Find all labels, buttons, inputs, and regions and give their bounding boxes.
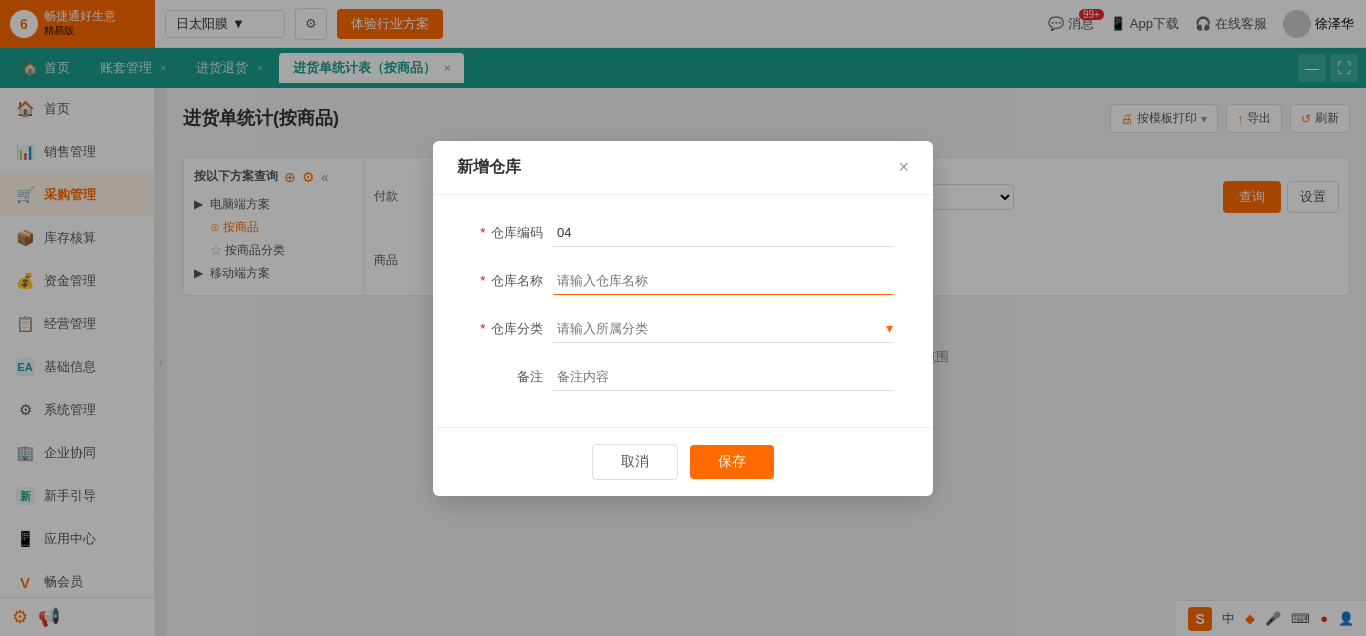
category-input[interactable] (553, 315, 886, 342)
save-button[interactable]: 保存 (690, 445, 774, 479)
modal-close-button[interactable]: × (898, 157, 909, 178)
chevron-down-icon[interactable]: ▾ (886, 320, 893, 336)
category-select-wrap: ▾ (553, 315, 893, 343)
code-label: * 仓库编码 (473, 224, 553, 242)
modal-title: 新增仓库 (457, 157, 521, 178)
form-row-note: 备注 (473, 363, 893, 391)
note-input[interactable] (553, 363, 893, 391)
category-label: * 仓库分类 (473, 320, 553, 338)
form-row-code: * 仓库编码 (473, 219, 893, 247)
warehouse-name-input[interactable] (553, 267, 893, 295)
cancel-button[interactable]: 取消 (592, 444, 678, 480)
form-row-name: * 仓库名称 (473, 267, 893, 295)
warehouse-code-input[interactable] (553, 219, 893, 247)
modal-body: * 仓库编码 * 仓库名称 * 仓库分类 (433, 195, 933, 427)
modal-header: 新增仓库 × (433, 141, 933, 195)
name-label: * 仓库名称 (473, 272, 553, 290)
modal-footer: 取消 保存 (433, 427, 933, 496)
note-label: 备注 (473, 368, 553, 386)
add-warehouse-modal: 新增仓库 × * 仓库编码 * 仓库名称 (433, 141, 933, 496)
form-row-category: * 仓库分类 ▾ (473, 315, 893, 343)
modal-backdrop: 新增仓库 × * 仓库编码 * 仓库名称 (0, 0, 1366, 636)
